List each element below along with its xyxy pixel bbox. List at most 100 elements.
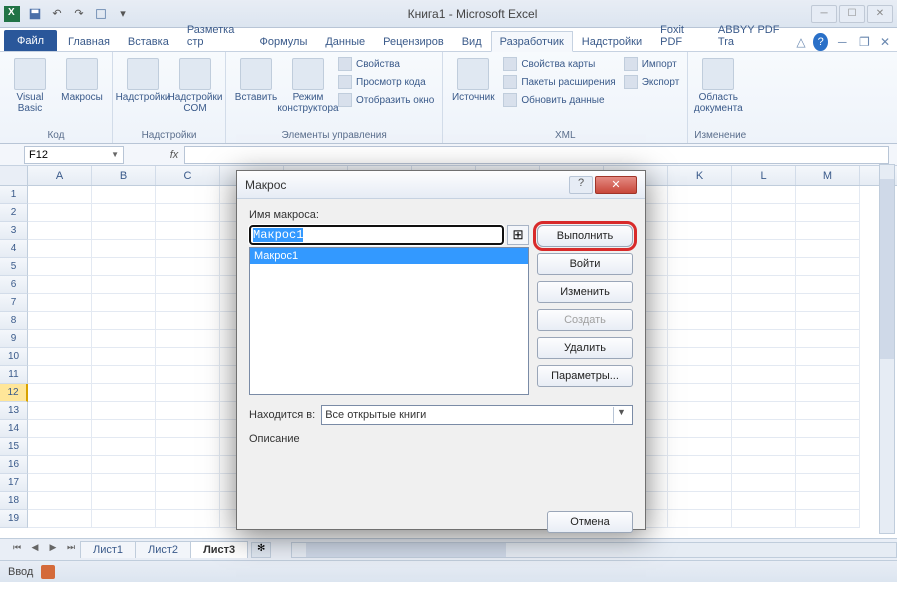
location-select[interactable]: Все открытые книги▼ [321,405,633,425]
select-all-corner[interactable] [0,166,28,185]
cell[interactable] [156,492,220,510]
cell[interactable] [156,204,220,222]
cell[interactable] [668,438,732,456]
row-header[interactable]: 15 [0,438,28,456]
cell[interactable] [732,510,796,528]
cell[interactable] [92,366,156,384]
row-header[interactable]: 10 [0,348,28,366]
cell[interactable] [796,240,860,258]
tab-insert[interactable]: Вставка [119,31,178,51]
options-button[interactable]: Параметры... [537,365,633,387]
cell[interactable] [732,186,796,204]
cell[interactable] [796,510,860,528]
cell[interactable] [156,240,220,258]
show-dialog-button[interactable]: Отобразить окно [336,92,436,108]
cell[interactable] [156,330,220,348]
tab-abbyy[interactable]: ABBYY PDF Tra [709,19,792,51]
com-addins-button[interactable]: Надстройки COM [171,56,219,116]
row-header[interactable]: 4 [0,240,28,258]
cell[interactable] [796,258,860,276]
close-button[interactable]: ✕ [867,5,893,23]
cell[interactable] [28,294,92,312]
row-header[interactable]: 13 [0,402,28,420]
doc-panel-button[interactable]: Область документа [694,56,742,116]
cell[interactable] [28,222,92,240]
cell[interactable] [668,330,732,348]
wb-restore-icon[interactable]: ❐ [859,35,872,51]
cell[interactable] [668,402,732,420]
sheet-nav-prev-icon[interactable]: ◀ [26,542,44,558]
cell[interactable] [156,420,220,438]
cell[interactable] [28,456,92,474]
dialog-titlebar[interactable]: Макрос ? ✕ [237,171,645,199]
qat-undo-icon[interactable]: ↶ [46,3,68,25]
cancel-button[interactable]: Отмена [547,511,633,533]
cell[interactable] [668,492,732,510]
cell[interactable] [668,258,732,276]
cell[interactable] [156,186,220,204]
name-box[interactable]: F12▼ [24,146,124,164]
cell[interactable] [796,330,860,348]
cell[interactable] [92,384,156,402]
cell[interactable] [92,510,156,528]
cell[interactable] [668,222,732,240]
cell[interactable] [156,510,220,528]
cell[interactable] [28,186,92,204]
row-header[interactable]: 9 [0,330,28,348]
tab-review[interactable]: Рецензиров [374,31,453,51]
qat-dropdown-icon[interactable]: ▾ [112,3,134,25]
cell[interactable] [732,222,796,240]
tab-addins[interactable]: Надстройки [573,31,651,51]
visual-basic-button[interactable]: Visual Basic [6,56,54,116]
view-code-button[interactable]: Просмотр кода [336,74,436,90]
refresh-data-button[interactable]: Обновить данные [501,92,617,108]
cell[interactable] [668,348,732,366]
xml-source-button[interactable]: Источник [449,56,497,105]
row-header[interactable]: 8 [0,312,28,330]
cell[interactable] [156,258,220,276]
macro-list[interactable]: Макрос1 [249,247,529,395]
cell[interactable] [28,276,92,294]
delete-button[interactable]: Удалить [537,337,633,359]
ribbon-minimize-icon[interactable]: △ [796,35,809,51]
cell[interactable] [28,240,92,258]
dialog-help-button[interactable]: ? [569,176,593,194]
row-header[interactable]: 17 [0,474,28,492]
col-header[interactable]: K [668,166,732,185]
row-header[interactable]: 16 [0,456,28,474]
cell[interactable] [92,222,156,240]
row-header[interactable]: 2 [0,204,28,222]
cell[interactable] [92,312,156,330]
row-header[interactable]: 12 [0,384,28,402]
row-header[interactable]: 6 [0,276,28,294]
cell[interactable] [668,420,732,438]
cell[interactable] [796,186,860,204]
cell[interactable] [92,330,156,348]
insert-control-button[interactable]: Вставить [232,56,280,105]
fx-icon[interactable]: fx [164,149,184,161]
row-header[interactable]: 19 [0,510,28,528]
cell[interactable] [668,312,732,330]
cell[interactable] [796,492,860,510]
maximize-button[interactable]: ☐ [839,5,865,23]
design-mode-button[interactable]: Режим конструктора [284,56,332,116]
step-into-button[interactable]: Войти [537,253,633,275]
cell[interactable] [732,492,796,510]
cell[interactable] [668,204,732,222]
tab-foxit[interactable]: Foxit PDF [651,19,709,51]
cell[interactable] [156,276,220,294]
cell[interactable] [796,402,860,420]
row-header[interactable]: 1 [0,186,28,204]
row-header[interactable]: 14 [0,420,28,438]
cell[interactable] [92,348,156,366]
cell[interactable] [732,240,796,258]
row-header[interactable]: 3 [0,222,28,240]
cell[interactable] [156,294,220,312]
cell[interactable] [92,240,156,258]
properties-button[interactable]: Свойства [336,56,436,72]
cell[interactable] [668,240,732,258]
col-header[interactable]: M [796,166,860,185]
cell[interactable] [28,402,92,420]
cell[interactable] [732,258,796,276]
cell[interactable] [732,420,796,438]
